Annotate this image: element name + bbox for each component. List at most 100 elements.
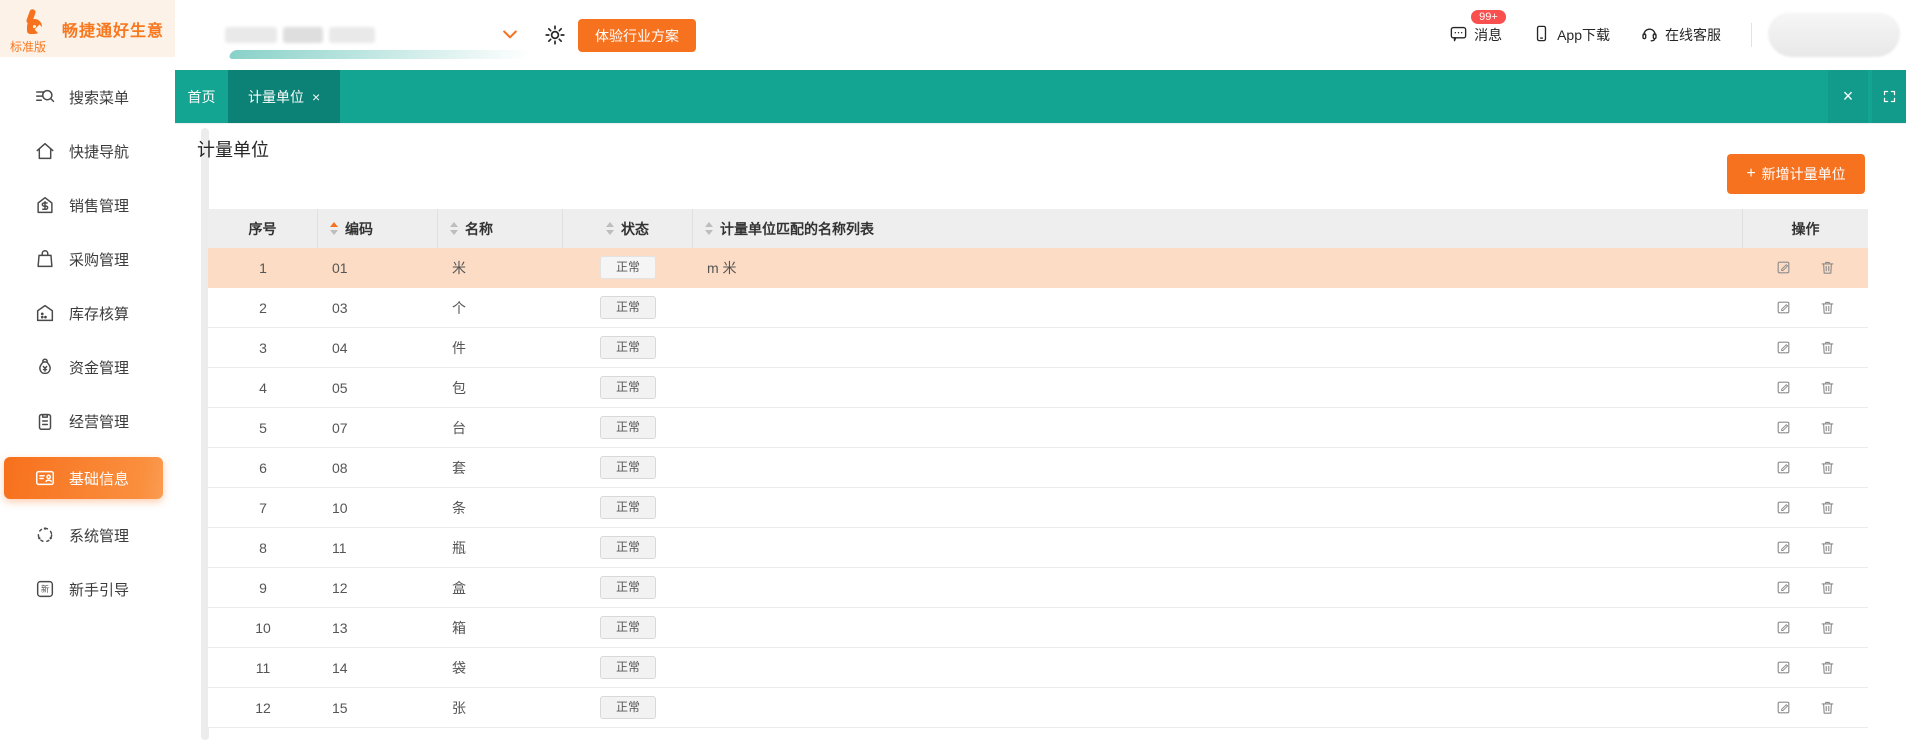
messages-button[interactable]: 消息 99+	[1449, 8, 1508, 46]
sidebar-item-basic-info[interactable]: 基础信息	[4, 457, 163, 499]
edit-icon[interactable]	[1775, 699, 1793, 717]
table-row[interactable]: 1 01 米 正常 m 米	[208, 248, 1868, 288]
tab-close-icon[interactable]: ×	[312, 89, 320, 105]
main-content: 计量单位 + 新增计量单位 序号 编码 名称 状态 计量单位匹配的名称列表 操作 1 01 米…	[175, 123, 1906, 747]
delete-icon[interactable]	[1819, 659, 1837, 677]
user-account-area[interactable]	[1768, 13, 1900, 57]
cell-status: 正常	[563, 568, 693, 607]
sidebar-item-funds[interactable]: 资金管理	[0, 347, 175, 387]
search-menu-icon	[34, 86, 56, 108]
delete-icon[interactable]	[1819, 619, 1837, 637]
edit-icon[interactable]	[1775, 499, 1793, 517]
table-row[interactable]: 12 15 张 正常	[208, 688, 1868, 728]
sidebar-item-label: 库存核算	[69, 305, 130, 323]
brand-name: 畅捷通好生意	[62, 23, 165, 40]
sort-icon[interactable]	[606, 222, 614, 235]
edit-icon[interactable]	[1775, 459, 1793, 477]
edit-icon[interactable]	[1775, 419, 1793, 437]
cell-name: 米	[452, 259, 466, 276]
sidebar-item-guide[interactable]: 新 新手引导	[0, 569, 175, 609]
table-row[interactable]: 9 12 盒 正常	[208, 568, 1868, 608]
delete-icon[interactable]	[1819, 419, 1837, 437]
cell-code: 04	[332, 339, 348, 356]
edit-icon[interactable]	[1775, 299, 1793, 317]
sort-icon[interactable]	[705, 222, 713, 235]
online-support-button[interactable]: 在线客服	[1640, 24, 1721, 46]
column-header-label: 序号	[248, 220, 277, 237]
table-row[interactable]: 3 04 件 正常	[208, 328, 1868, 368]
sidebar-item-label: 系统管理	[69, 527, 130, 545]
table-row[interactable]: 7 10 条 正常	[208, 488, 1868, 528]
headset-icon	[1640, 24, 1659, 46]
edit-icon[interactable]	[1775, 259, 1793, 277]
column-header-4[interactable]: 状态	[563, 209, 693, 248]
sidebar-item-search-menu[interactable]: 搜索菜单	[0, 77, 175, 117]
edit-icon[interactable]	[1775, 339, 1793, 357]
sidebar-item-sales[interactable]: 销售管理	[0, 185, 175, 225]
cell-actions	[1743, 688, 1868, 727]
table-row[interactable]: 5 07 台 正常	[208, 408, 1868, 448]
cell-index: 12	[255, 699, 271, 716]
edit-icon[interactable]	[1775, 379, 1793, 397]
edit-icon[interactable]	[1775, 619, 1793, 637]
table-row[interactable]: 2 03 个 正常	[208, 288, 1868, 328]
company-select[interactable]	[225, 20, 525, 50]
table-row[interactable]: 6 08 套 正常	[208, 448, 1868, 488]
cell-status: 正常	[563, 288, 693, 327]
column-header-2[interactable]: 编码	[318, 209, 438, 248]
delete-icon[interactable]	[1819, 299, 1837, 317]
status-badge: 正常	[599, 256, 656, 279]
sidebar-item-purchase[interactable]: 采购管理	[0, 239, 175, 279]
column-header-label: 操作	[1791, 220, 1820, 237]
column-header-5[interactable]: 计量单位匹配的名称列表	[693, 209, 1743, 248]
sort-icon[interactable]	[450, 222, 458, 235]
cell-status: 正常	[563, 448, 693, 487]
inventory-icon	[34, 302, 56, 324]
messages-count-badge: 99+	[1469, 8, 1508, 26]
column-header-3[interactable]: 名称	[438, 209, 563, 248]
cell-code: 05	[332, 379, 348, 396]
delete-icon[interactable]	[1819, 699, 1837, 717]
cell-match-list	[693, 368, 1743, 407]
cell-name: 件	[452, 339, 466, 356]
basic-info-icon	[34, 467, 56, 489]
table-row[interactable]: 8 11 瓶 正常	[208, 528, 1868, 568]
brand-logo-block: 畅捷通好生意 标准版	[0, 0, 175, 57]
edit-icon[interactable]	[1775, 539, 1793, 557]
sidebar-item-inventory[interactable]: 库存核算	[0, 293, 175, 333]
tab-home[interactable]: 首页	[175, 70, 228, 123]
delete-icon[interactable]	[1819, 339, 1837, 357]
delete-icon[interactable]	[1819, 459, 1837, 477]
add-unit-button[interactable]: + 新增计量单位	[1727, 154, 1865, 194]
delete-icon[interactable]	[1819, 379, 1837, 397]
sort-icon[interactable]	[330, 222, 338, 235]
cell-code: 10	[332, 499, 348, 516]
tab-label: 首页	[187, 88, 216, 105]
delete-icon[interactable]	[1819, 539, 1837, 557]
status-badge: 正常	[599, 336, 656, 359]
delete-icon[interactable]	[1819, 579, 1837, 597]
sidebar-item-home[interactable]: 快捷导航	[0, 131, 175, 171]
status-badge: 正常	[599, 536, 656, 559]
table-row[interactable]: 11 14 袋 正常	[208, 648, 1868, 688]
table-row[interactable]: 4 05 包 正常	[208, 368, 1868, 408]
edit-icon[interactable]	[1775, 579, 1793, 597]
sidebar-item-operations[interactable]: 经营管理	[0, 401, 175, 441]
delete-icon[interactable]	[1819, 259, 1837, 277]
brand-edition: 标准版	[10, 40, 47, 54]
table-row[interactable]: 10 13 箱 正常	[208, 608, 1868, 648]
sidebar-item-system[interactable]: 系统管理	[0, 515, 175, 555]
status-badge: 正常	[599, 296, 656, 319]
experience-industry-plan-button[interactable]: 体验行业方案	[578, 19, 696, 52]
cell-index: 11	[255, 659, 271, 676]
edit-icon[interactable]	[1775, 659, 1793, 677]
close-tab-icon[interactable]: ×	[1828, 70, 1868, 123]
app-download-button[interactable]: App下载	[1532, 24, 1610, 46]
cell-code: 03	[332, 299, 348, 316]
cell-status: 正常	[563, 488, 693, 527]
expand-fullscreen-icon[interactable]	[1872, 70, 1906, 123]
delete-icon[interactable]	[1819, 499, 1837, 517]
cell-actions	[1743, 488, 1868, 527]
gear-icon[interactable]	[543, 23, 567, 47]
tab-unit-of-measure[interactable]: 计量单位 ×	[228, 70, 341, 123]
